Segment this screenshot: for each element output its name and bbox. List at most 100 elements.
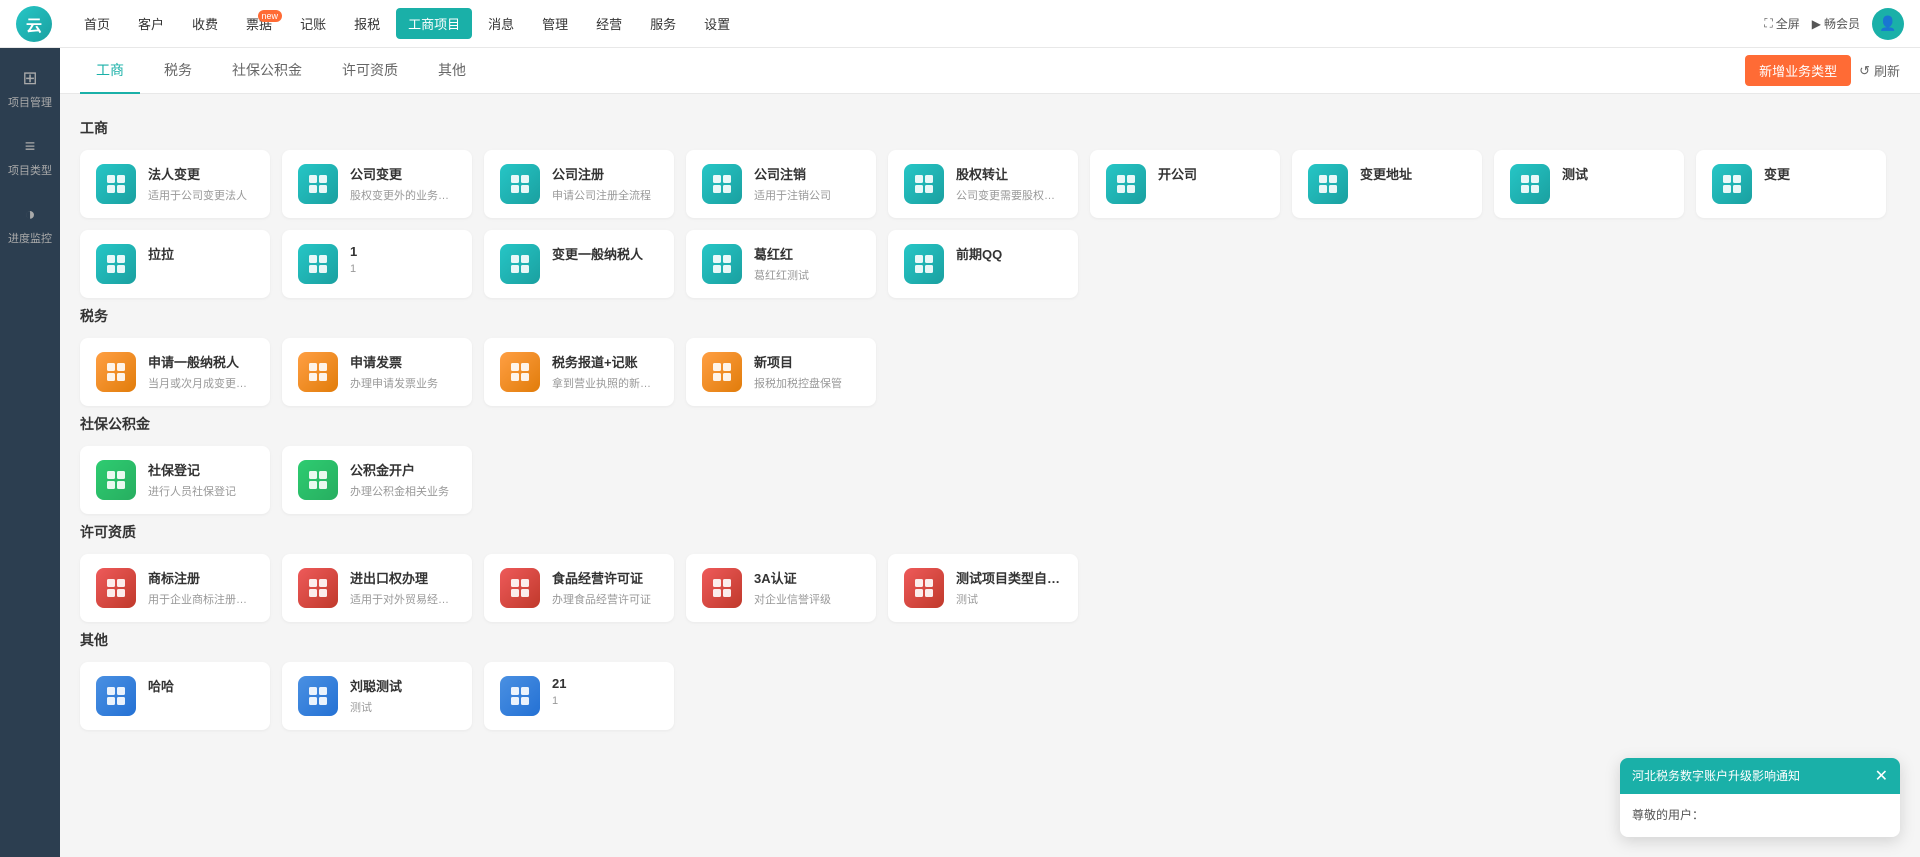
card-desc: 对企业信誉评级 [754, 591, 860, 607]
card-公司变更[interactable]: 公司变更股权变更外的业务变更 [282, 150, 472, 218]
fullscreen-button[interactable]: ⛶ 全屏 [1764, 15, 1799, 32]
card-info: 食品经营许可证办理食品经营许可证 [552, 568, 658, 607]
card-测试[interactable]: 测试 [1494, 150, 1684, 218]
card-申请发票[interactable]: 申请发票办理申请发票业务 [282, 338, 472, 406]
card-desc: 葛红红测试 [754, 267, 860, 283]
card-3A认证[interactable]: 3A认证对企业信誉评级 [686, 554, 876, 622]
card-股权转让[interactable]: 股权转让公司变更需要股权转让 [888, 150, 1078, 218]
card-变更[interactable]: 变更 [1696, 150, 1886, 218]
card-前期QQ[interactable]: 前期QQ [888, 230, 1078, 298]
nav-item-管理[interactable]: 管理 [530, 8, 580, 39]
sidebar-icon: ⊞ [18, 66, 42, 90]
card-icon [96, 460, 136, 500]
card-desc: 用于企业商标注册服务 [148, 591, 254, 607]
notification-close-button[interactable]: ✕ [1875, 766, 1888, 786]
main-content: 工商税务社保公积金许可资质其他 新增业务类型 ↺ 刷新 工商 法人变更适用于公司… [60, 48, 1920, 857]
card-1[interactable]: 11 [282, 230, 472, 298]
card-title: 食品经营许可证 [552, 568, 658, 587]
tab-actions: 新增业务类型 ↺ 刷新 [1745, 55, 1900, 86]
card-title: 变更地址 [1360, 164, 1466, 183]
cards-grid-gongshang: 法人变更适用于公司变更法人 公司变更股权变更外的业务变更 公司注册申请公司注册全… [80, 150, 1900, 298]
card-title: 哈哈 [148, 676, 254, 695]
tab-许可资质[interactable]: 许可资质 [326, 48, 414, 94]
card-刘聪测试[interactable]: 刘聪测试测试 [282, 662, 472, 730]
nav-item-票据[interactable]: 票据new [234, 8, 284, 39]
card-公司注销[interactable]: 公司注销适用于注销公司 [686, 150, 876, 218]
card-title: 葛红红 [754, 244, 860, 263]
tab-工商[interactable]: 工商 [80, 48, 140, 94]
card-拉拉[interactable]: 拉拉 [80, 230, 270, 298]
card-icon [904, 164, 944, 204]
nav-item-报税[interactable]: 报税 [342, 8, 392, 39]
card-税务报道+记账[interactable]: 税务报道+记账拿到营业执照的新公司 [484, 338, 674, 406]
sidebar-item-项目管理[interactable]: ⊞ 项目管理 [4, 58, 56, 118]
card-desc: 测试 [956, 591, 1062, 607]
card-食品经营许可证[interactable]: 食品经营许可证办理食品经营许可证 [484, 554, 674, 622]
card-公积金开户[interactable]: 公积金开户办理公积金相关业务 [282, 446, 472, 514]
refresh-icon: ↺ [1859, 63, 1870, 79]
nav-item-设置[interactable]: 设置 [692, 8, 742, 39]
card-title: 公积金开户 [350, 460, 456, 479]
nav-item-首页[interactable]: 首页 [72, 8, 122, 39]
card-商标注册[interactable]: 商标注册用于企业商标注册服务 [80, 554, 270, 622]
card-哈哈[interactable]: 哈哈 [80, 662, 270, 730]
card-葛红红[interactable]: 葛红红葛红红测试 [686, 230, 876, 298]
card-申请一般纳税人[interactable]: 申请一般纳税人当月或次月成变更完成 [80, 338, 270, 406]
nav-item-经营[interactable]: 经营 [584, 8, 634, 39]
card-icon [96, 164, 136, 204]
section-title-xuke: 许可资质 [80, 522, 1900, 542]
card-社保登记[interactable]: 社保登记进行人员社保登记 [80, 446, 270, 514]
nav-item-记账[interactable]: 记账 [288, 8, 338, 39]
tab-税务[interactable]: 税务 [148, 48, 208, 94]
card-法人变更[interactable]: 法人变更适用于公司变更法人 [80, 150, 270, 218]
nav-item-服务[interactable]: 服务 [638, 8, 688, 39]
fullscreen-icon: ⛶ [1764, 16, 1772, 31]
card-进出口权办理[interactable]: 进出口权办理适用于对外贸易经营者 [282, 554, 472, 622]
card-变更地址[interactable]: 变更地址 [1292, 150, 1482, 218]
new-business-type-button[interactable]: 新增业务类型 [1745, 55, 1851, 86]
card-icon [96, 352, 136, 392]
avatar[interactable]: 👤 [1872, 8, 1904, 40]
card-icon [500, 676, 540, 716]
nav-right: ⛶ 全屏 ▶ 畅会员 👤 [1764, 8, 1904, 40]
card-desc: 适用于公司变更法人 [148, 187, 254, 203]
card-title: 申请发票 [350, 352, 456, 371]
sidebar-icon: ◑ [18, 202, 42, 226]
card-info: 公司注销适用于注销公司 [754, 164, 860, 203]
nav-item-工商项目[interactable]: 工商项目 [396, 8, 472, 39]
card-icon [298, 244, 338, 284]
card-title: 变更一般纳税人 [552, 244, 658, 263]
member-icon: ▶ [1812, 17, 1821, 31]
card-21[interactable]: 211 [484, 662, 674, 730]
card-测试项目类型自定义[interactable]: 测试项目类型自定义测试 [888, 554, 1078, 622]
refresh-button[interactable]: ↺ 刷新 [1859, 61, 1900, 80]
card-info: 新项目报税加税控盘保管 [754, 352, 860, 391]
card-desc: 办理申请发票业务 [350, 375, 456, 391]
tab-其他[interactable]: 其他 [422, 48, 482, 94]
cards-grid-xuke: 商标注册用于企业商标注册服务 进出口权办理适用于对外贸易经营者 食品经营许可证办… [80, 554, 1900, 622]
sidebar-item-项目类型[interactable]: ≡ 项目类型 [4, 126, 56, 186]
card-icon [298, 676, 338, 716]
nav-item-收费[interactable]: 收费 [180, 8, 230, 39]
card-info: 测试项目类型自定义测试 [956, 568, 1062, 607]
card-info: 公司变更股权变更外的业务变更 [350, 164, 456, 203]
card-desc: 办理食品经营许可证 [552, 591, 658, 607]
cards-grid-qita: 哈哈 刘聪测试测试 211 [80, 662, 1900, 730]
nav-item-消息[interactable]: 消息 [476, 8, 526, 39]
card-变更一般纳税人[interactable]: 变更一般纳税人 [484, 230, 674, 298]
cards-grid-shuiwu: 申请一般纳税人当月或次月成变更完成 申请发票办理申请发票业务 税务报道+记账拿到… [80, 338, 1900, 406]
card-公司注册[interactable]: 公司注册申请公司注册全流程 [484, 150, 674, 218]
nav-item-客户[interactable]: 客户 [126, 8, 176, 39]
section-title-gongshang: 工商 [80, 118, 1900, 138]
sidebar-label: 项目类型 [8, 162, 52, 178]
card-info: 变更 [1764, 164, 1870, 187]
tab-社保公积金[interactable]: 社保公积金 [216, 48, 318, 94]
card-info: 刘聪测试测试 [350, 676, 456, 715]
card-title: 进出口权办理 [350, 568, 456, 587]
card-title: 前期QQ [956, 244, 1062, 263]
card-开公司[interactable]: 开公司 [1090, 150, 1280, 218]
sidebar-item-进度监控[interactable]: ◑ 进度监控 [4, 194, 56, 254]
card-新项目[interactable]: 新项目报税加税控盘保管 [686, 338, 876, 406]
member-button[interactable]: ▶ 畅会员 [1812, 15, 1860, 32]
tab-items: 工商税务社保公积金许可资质其他 [80, 48, 490, 94]
